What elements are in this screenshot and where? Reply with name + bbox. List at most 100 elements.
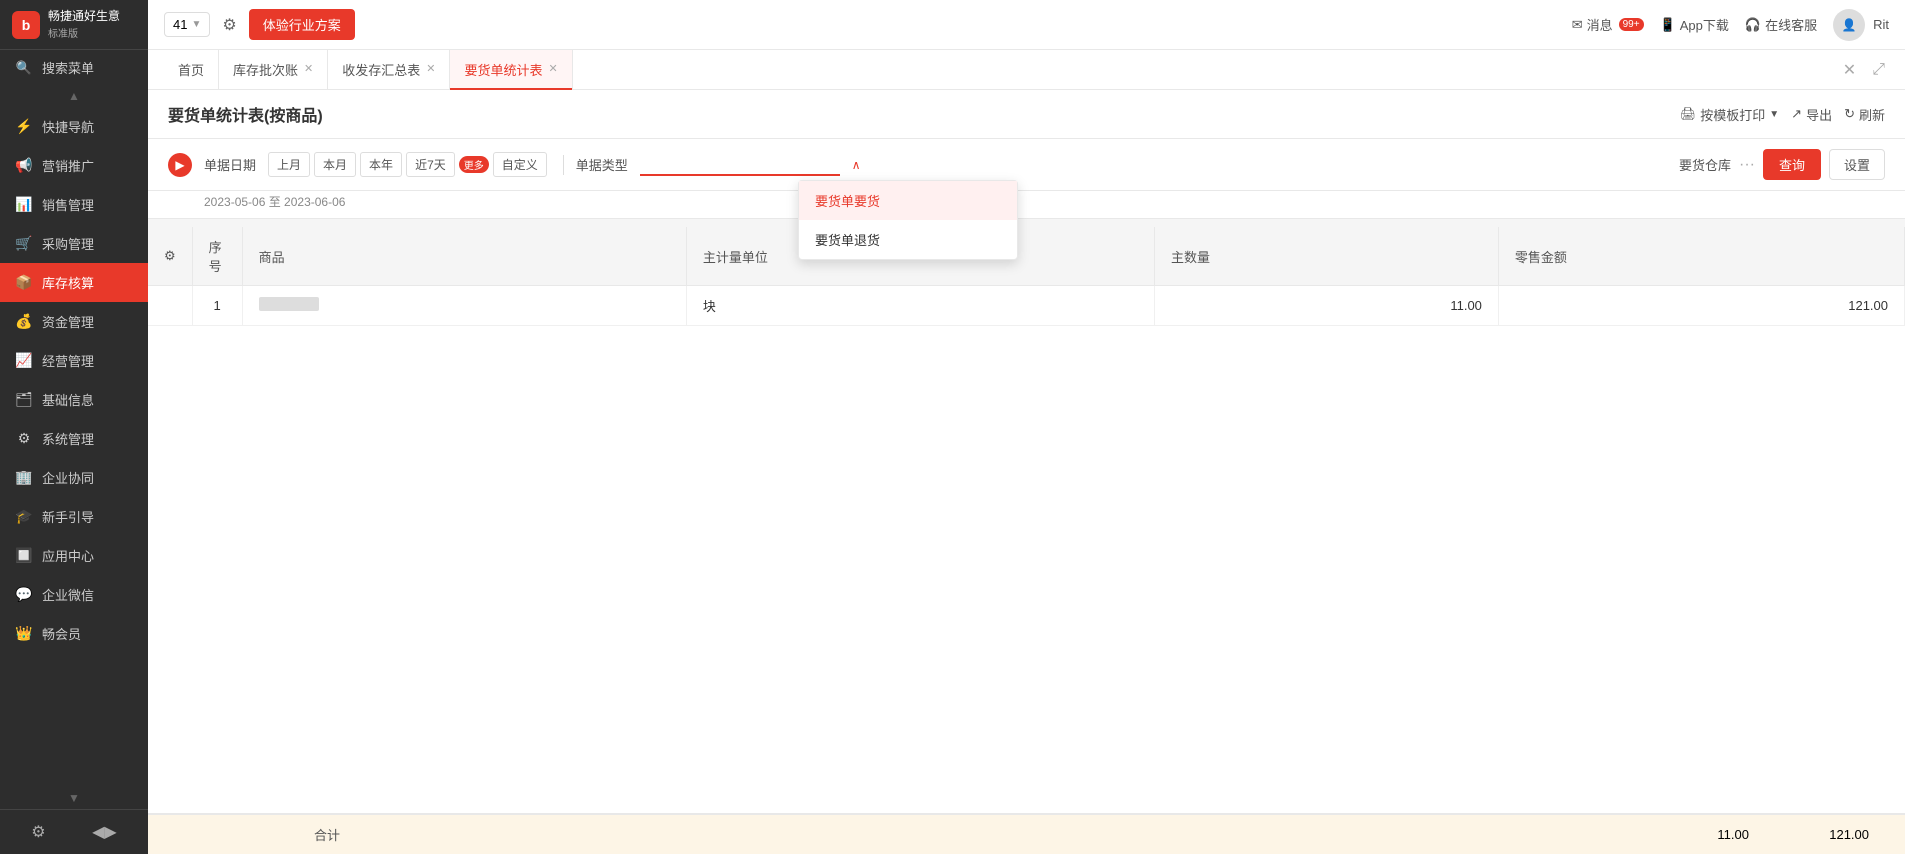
more-dates-badge[interactable]: 更多 — [459, 156, 489, 173]
sidebar-item-member[interactable]: 👑 畅会员 — [0, 614, 148, 653]
table-row: 1 块 11.00 121.00 — [148, 286, 1905, 326]
td-quantity: 11.00 — [1154, 286, 1498, 326]
sidebar-collapse-btn[interactable]: ◀▶ — [84, 818, 125, 846]
print-arrow: ▼ — [1769, 109, 1779, 120]
last-month-btn[interactable]: 上月 — [268, 152, 310, 177]
sidebar-item-inventory[interactable]: 📦 库存核算 — [0, 263, 148, 302]
td-unit: 块 — [686, 286, 1154, 326]
sidebar-item-basic-info[interactable]: 🗂 基础信息 — [0, 380, 148, 419]
tab-order-summary[interactable]: 要货单统计表 ✕ — [450, 50, 572, 90]
sidebar-logo: b 畅捷通好生意 标准版 — [0, 0, 148, 50]
sidebar-item-quick-nav[interactable]: ⚡ 快捷导航 — [0, 107, 148, 146]
sidebar-scroll: ⚡ 快捷导航 📢 营销推广 📊 销售管理 🛒 采购管理 📦 库存核算 💰 资金管… — [0, 107, 148, 787]
sidebar-item-operations[interactable]: 📈 经营管理 — [0, 341, 148, 380]
export-icon: ↗ — [1791, 106, 1802, 122]
export-btn[interactable]: ↗ 导出 — [1791, 105, 1832, 124]
wechat-icon: 💬 — [14, 586, 34, 603]
footer-amount: 121.00 — [1769, 827, 1889, 842]
marketing-icon: 📢 — [14, 157, 34, 174]
sidebar-footer: ⚙ ◀▶ — [0, 809, 148, 854]
trial-btn[interactable]: 体验行业方案 — [249, 9, 355, 40]
data-table: ⚙ 序号 商品 主计量单位 主数量 零售金额 1 — [148, 227, 1905, 326]
logo-icon: b — [12, 11, 40, 39]
sidebar-item-marketing[interactable]: 📢 营销推广 — [0, 146, 148, 185]
sidebar: b 畅捷通好生意 标准版 🔍 搜索菜单 ▲ ⚡ 快捷导航 📢 营销推广 📊 销售… — [0, 0, 148, 854]
td-product — [242, 286, 686, 326]
tab-close-order[interactable]: ✕ — [549, 64, 558, 75]
headset-icon: 🎧 — [1745, 17, 1761, 33]
operations-icon: 📈 — [14, 352, 34, 369]
sidebar-item-wechat[interactable]: 💬 企业微信 — [0, 575, 148, 614]
header-settings-btn[interactable]: ⚙ — [218, 11, 240, 39]
expand-tab-btn[interactable]: ⤢ — [1868, 57, 1889, 83]
sales-icon: 📊 — [14, 196, 34, 213]
type-dropdown-arrow[interactable]: ∧ — [852, 158, 861, 172]
tab-close-receivable[interactable]: ✕ — [426, 64, 435, 75]
this-month-btn[interactable]: 本月 — [314, 152, 356, 177]
tab-home[interactable]: 首页 — [164, 50, 219, 90]
top-header: 41 ▼ ⚙ 体验行业方案 ✉ 消息 99+ 📱 App下载 🎧 在线客服 👤 — [148, 0, 1905, 50]
avatar: 👤 — [1833, 9, 1865, 41]
sidebar-item-finance[interactable]: 💰 资金管理 — [0, 302, 148, 341]
dropdown-item-purchase[interactable]: 要货单要货 — [799, 181, 1017, 220]
store-dropdown-arrow: ▼ — [191, 19, 201, 30]
member-icon: 👑 — [14, 625, 34, 642]
custom-date-btn[interactable]: 自定义 — [493, 152, 547, 177]
scroll-down-arrow[interactable]: ▼ — [0, 787, 148, 809]
message-icon: ✉ — [1572, 17, 1583, 33]
inventory-icon: 📦 — [14, 274, 34, 291]
basic-info-icon: 🗂 — [14, 391, 34, 408]
header-left: 41 ▼ ⚙ 体验行业方案 — [164, 9, 1572, 40]
user-section[interactable]: 👤 Rit — [1833, 9, 1889, 41]
content-area: 要货单统计表(按商品) 🖨 按模板打印 ▼ ↗ 导出 ↻ 刷新 ▶ — [148, 90, 1905, 854]
sidebar-settings-btn[interactable]: ⚙ — [23, 818, 53, 846]
search-menu-btn[interactable]: 🔍 搜索菜单 — [0, 50, 148, 85]
sidebar-item-enterprise[interactable]: 🏢 企业协同 — [0, 458, 148, 497]
sidebar-item-purchase[interactable]: 🛒 采购管理 — [0, 224, 148, 263]
system-icon: ⚙ — [14, 430, 34, 447]
last-7days-btn[interactable]: 近7天 — [406, 152, 455, 177]
th-product: 商品 — [242, 227, 686, 286]
filter-expand-btn[interactable]: ▶ — [168, 153, 192, 177]
tab-actions: ✕ ⤢ — [1839, 56, 1889, 84]
dropdown-item-return[interactable]: 要货单退货 — [799, 220, 1017, 259]
sidebar-item-appstore[interactable]: 🔲 应用中心 — [0, 536, 148, 575]
online-service-btn[interactable]: 🎧 在线客服 — [1745, 15, 1817, 34]
tab-close-batch[interactable]: ✕ — [304, 64, 313, 75]
sidebar-item-newbie[interactable]: 🎓 新手引导 — [0, 497, 148, 536]
table-footer: 合计 11.00 121.00 — [148, 813, 1905, 854]
th-settings[interactable]: ⚙ — [148, 227, 192, 286]
filter-bar: ▶ 单据日期 上月 本月 本年 近7天 更多 自定义 单据类型 ∧ 要货仓库 ·… — [148, 139, 1905, 191]
query-btn[interactable]: 查询 — [1763, 149, 1821, 180]
store-selector[interactable]: 41 ▼ — [164, 12, 210, 37]
filter-right: 要货仓库 ··· 查询 设置 — [1679, 149, 1885, 180]
sidebar-item-system[interactable]: ⚙ 系统管理 — [0, 419, 148, 458]
user-name: Rit — [1873, 17, 1889, 32]
enterprise-icon: 🏢 — [14, 469, 34, 486]
scroll-up-arrow[interactable]: ▲ — [0, 85, 148, 107]
warehouse-label: 要货仓库 — [1679, 155, 1731, 174]
filter-divider-1 — [563, 155, 564, 175]
tab-batch-account[interactable]: 库存批次账 ✕ — [219, 50, 328, 90]
version-label: 标准版 — [48, 25, 120, 40]
footer-total-label: 合计 — [314, 825, 414, 844]
header-right: ✉ 消息 99+ 📱 App下载 🎧 在线客服 👤 Rit — [1572, 9, 1889, 41]
store-name: 41 — [173, 17, 187, 32]
tab-receivable-summary[interactable]: 收发存汇总表 ✕ — [328, 50, 450, 90]
refresh-btn[interactable]: ↻ 刷新 — [1844, 105, 1885, 124]
filter-settings-btn[interactable]: 设置 — [1829, 149, 1885, 180]
print-btn[interactable]: 🖨 按模板打印 ▼ — [1680, 105, 1779, 124]
warehouse-more-btn[interactable]: ··· — [1739, 156, 1755, 174]
type-filter-label: 单据类型 — [576, 155, 628, 174]
messages-btn[interactable]: ✉ 消息 99+ — [1572, 15, 1644, 34]
app-download-btn[interactable]: 📱 App下载 — [1660, 15, 1729, 34]
this-year-btn[interactable]: 本年 — [360, 152, 402, 177]
purchase-icon: 🛒 — [14, 235, 34, 252]
search-icon: 🔍 — [14, 60, 34, 76]
type-filter-input[interactable] — [640, 153, 840, 176]
newbie-icon: 🎓 — [14, 508, 34, 525]
sidebar-item-sales[interactable]: 📊 销售管理 — [0, 185, 148, 224]
quick-nav-icon: ⚡ — [14, 118, 34, 135]
close-all-tabs-btn[interactable]: ✕ — [1839, 56, 1860, 84]
page-header: 要货单统计表(按商品) 🖨 按模板打印 ▼ ↗ 导出 ↻ 刷新 — [148, 90, 1905, 139]
